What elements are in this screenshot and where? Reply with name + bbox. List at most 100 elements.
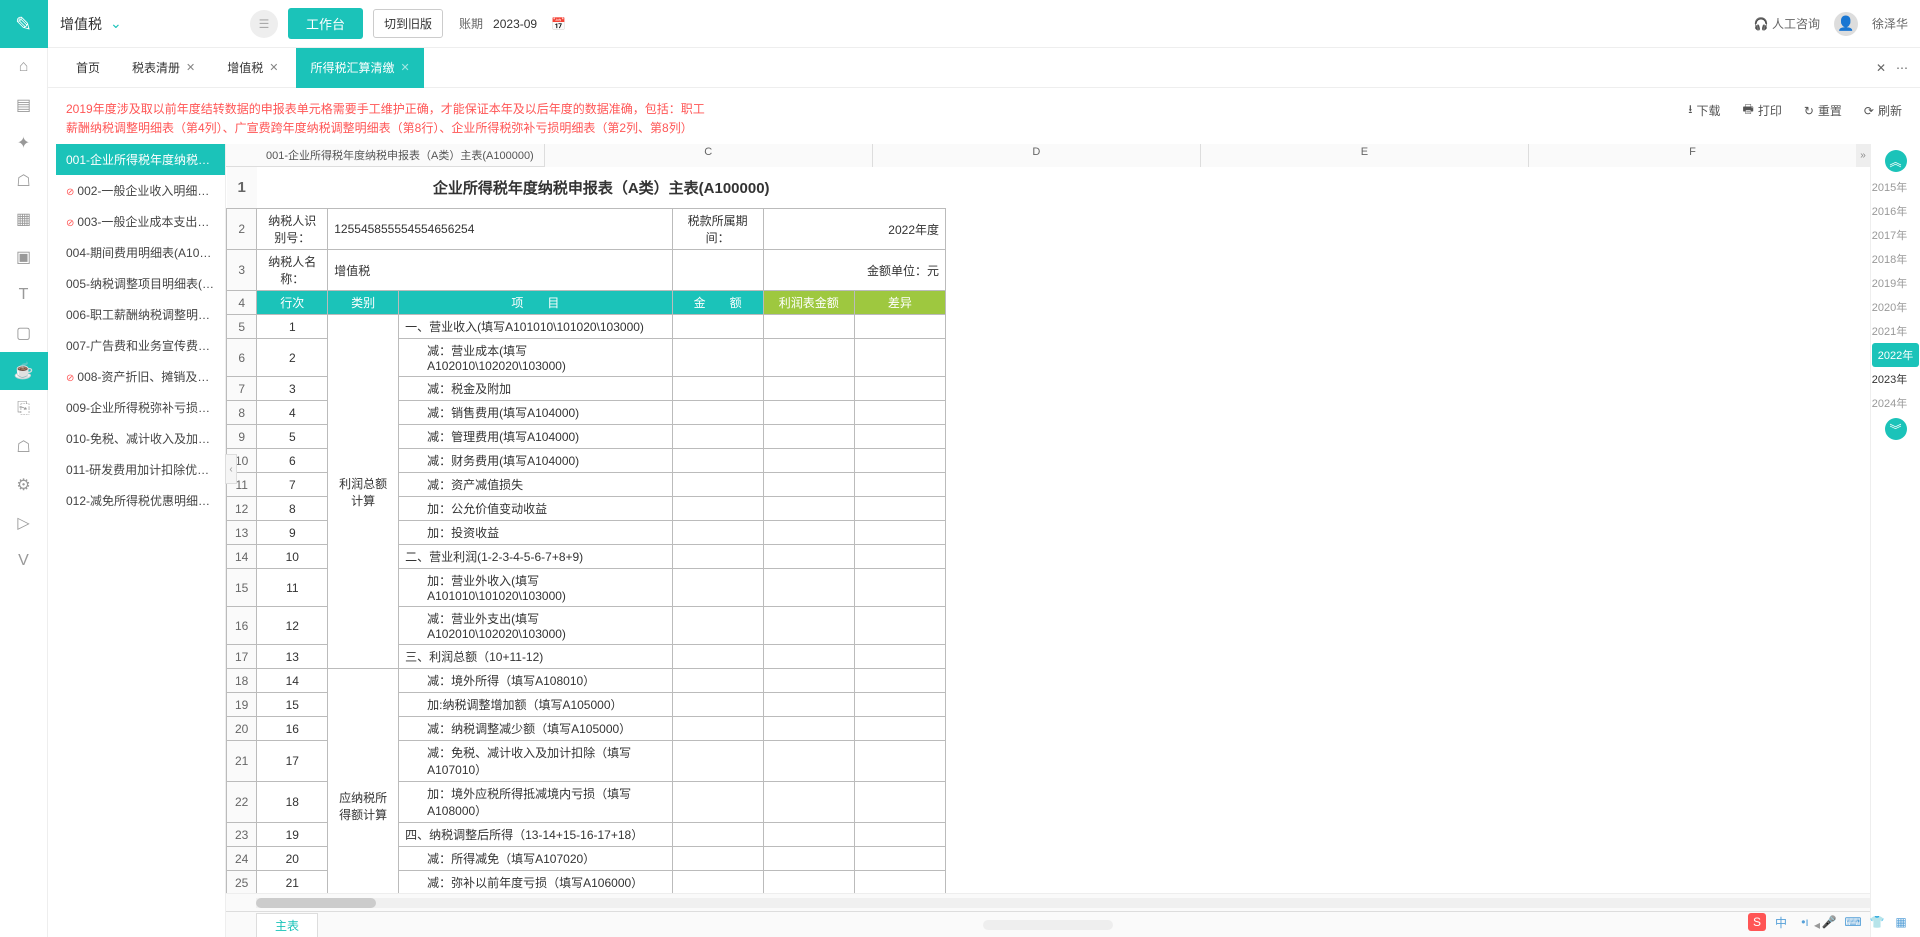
cell-amount[interactable] (854, 521, 945, 545)
cell-seq[interactable]: 21 (257, 871, 328, 893)
cell-amount[interactable] (854, 607, 945, 645)
nav-doc-icon[interactable]: ▤ (0, 86, 48, 124)
form-item-4[interactable]: 005-纳税调整项目明细表(A1... (56, 268, 225, 299)
nav-grid-icon[interactable]: ▣ (0, 238, 48, 276)
cell-amount[interactable] (854, 449, 945, 473)
cell-item[interactable]: 三、利润总额（10+11-12) (399, 645, 672, 669)
cell-seq[interactable]: 12 (257, 607, 328, 645)
cell-item[interactable]: 加:纳税调整增加额（填写A105000） (399, 693, 672, 717)
cell-amount[interactable] (854, 669, 945, 693)
nav-bag-icon[interactable]: ☖ (0, 162, 48, 200)
cell-amount[interactable] (672, 497, 763, 521)
cell-item[interactable]: 减：弥补以前年度亏损（填写A106000） (399, 871, 672, 893)
cell-amount[interactable] (672, 315, 763, 339)
form-item-6[interactable]: 007-广告费和业务宣传费跨... (56, 330, 225, 361)
cell-seq[interactable]: 7 (257, 473, 328, 497)
cell-amount[interactable] (763, 401, 854, 425)
cell-seq[interactable]: 19 (257, 823, 328, 847)
sheet-bottom-tab[interactable]: 主表 (256, 913, 318, 937)
cell-amount[interactable] (672, 425, 763, 449)
cell-amount[interactable] (672, 741, 763, 782)
cell-item[interactable]: 减：财务费用(填写A104000) (399, 449, 672, 473)
cell-amount[interactable] (672, 782, 763, 823)
username[interactable]: 徐泽华 (1872, 15, 1908, 32)
cell-amount[interactable] (672, 847, 763, 871)
tab-close-icon[interactable]: ✕ (401, 61, 410, 74)
cell-amount[interactable] (854, 497, 945, 521)
cell-amount[interactable] (854, 717, 945, 741)
nav-text-icon[interactable]: T (0, 276, 48, 314)
refresh-button[interactable]: ⟳ 刷新 (1864, 100, 1902, 121)
nav-settings-icon[interactable]: ⚙ (0, 466, 48, 504)
ime-lang-icon[interactable]: 中 (1772, 913, 1790, 931)
form-item-2[interactable]: ⊘003-一般企业成本支出明细... (56, 206, 225, 237)
cell-seq[interactable]: 15 (257, 693, 328, 717)
cell-amount[interactable] (672, 645, 763, 669)
cell-seq[interactable]: 14 (257, 669, 328, 693)
cell-amount[interactable] (763, 645, 854, 669)
tab-more-icon[interactable]: ⋯ (1896, 61, 1908, 75)
cell-amount[interactable] (854, 782, 945, 823)
cell-item[interactable]: 减：纳税调整减少额（填写A105000） (399, 717, 672, 741)
cell-amount[interactable] (763, 693, 854, 717)
tab-1[interactable]: 税表清册✕ (118, 48, 209, 88)
form-item-10[interactable]: 011-研发费用加计扣除优惠... (56, 454, 225, 485)
switch-old-button[interactable]: 切到旧版 (373, 9, 443, 38)
calendar-icon[interactable]: 📅 (551, 17, 566, 31)
bottom-slider[interactable] (983, 920, 1113, 930)
cell-item[interactable]: 二、营业利润(1-2-3-4-5-6-7+8+9) (399, 545, 672, 569)
cell-amount[interactable] (763, 871, 854, 893)
cell-amount[interactable] (763, 315, 854, 339)
year-item[interactable]: 2015年 (1872, 175, 1919, 199)
nav-list-icon[interactable]: ▦ (0, 200, 48, 238)
cell-amount[interactable] (763, 717, 854, 741)
cell-amount[interactable] (672, 871, 763, 893)
cell-item[interactable]: 一、营业收入(填写A101010\101020\103000) (399, 315, 672, 339)
nav-v-icon[interactable]: V (0, 542, 48, 580)
cell-amount[interactable] (672, 473, 763, 497)
cell-amount[interactable] (672, 693, 763, 717)
cell-seq[interactable]: 3 (257, 377, 328, 401)
cell-seq[interactable]: 11 (257, 569, 328, 607)
tab-0[interactable]: 首页 (62, 48, 114, 88)
nav-video-icon[interactable]: ▷ (0, 504, 48, 542)
cell-amount[interactable] (763, 339, 854, 377)
form-item-11[interactable]: 012-减免所得税优惠明细表(... (56, 485, 225, 516)
nav-home-icon[interactable]: ⌂ (0, 48, 48, 86)
cell-amount[interactable] (763, 449, 854, 473)
cell-seq[interactable]: 18 (257, 782, 328, 823)
cell-amount[interactable] (672, 607, 763, 645)
cell-amount[interactable] (854, 545, 945, 569)
cell-amount[interactable] (763, 545, 854, 569)
cell-seq[interactable]: 2 (257, 339, 328, 377)
year-down-button[interactable]: ︾ (1885, 418, 1907, 440)
year-item[interactable]: 2018年 (1872, 247, 1919, 271)
ime-skin-icon[interactable]: 👕 (1868, 913, 1886, 931)
tab-2[interactable]: 增值税✕ (213, 48, 292, 88)
download-button[interactable]: ⭳ 下载 (1688, 100, 1720, 121)
reset-button[interactable]: ↻ 重置 (1804, 100, 1842, 121)
nav-archive-icon[interactable]: ☖ (0, 428, 48, 466)
cell-amount[interactable] (854, 339, 945, 377)
col-letter[interactable]: C (544, 144, 872, 167)
cell-seq[interactable]: 8 (257, 497, 328, 521)
cell-amount[interactable] (763, 473, 854, 497)
cell-amount[interactable] (763, 782, 854, 823)
cell-item[interactable]: 加：公允价值变动收益 (399, 497, 672, 521)
cell-seq[interactable]: 16 (257, 717, 328, 741)
cell-amount[interactable] (672, 823, 763, 847)
form-item-0[interactable]: 001-企业所得税年度纳税申... (56, 144, 225, 175)
cell-item[interactable]: 减：管理费用(填写A104000) (399, 425, 672, 449)
cell-amount[interactable] (854, 741, 945, 782)
col-letter[interactable]: D (872, 144, 1200, 167)
cell-amount[interactable] (672, 569, 763, 607)
cell-amount[interactable] (854, 377, 945, 401)
cell-amount[interactable] (763, 669, 854, 693)
history-button[interactable]: ☰ (250, 10, 278, 38)
cell-amount[interactable] (672, 377, 763, 401)
nav-tax-icon[interactable]: ☕ (0, 352, 48, 390)
cell-amount[interactable] (763, 497, 854, 521)
year-item[interactable]: 2016年 (1872, 199, 1919, 223)
cell-item[interactable]: 减：税金及附加 (399, 377, 672, 401)
cell-seq[interactable]: 13 (257, 645, 328, 669)
